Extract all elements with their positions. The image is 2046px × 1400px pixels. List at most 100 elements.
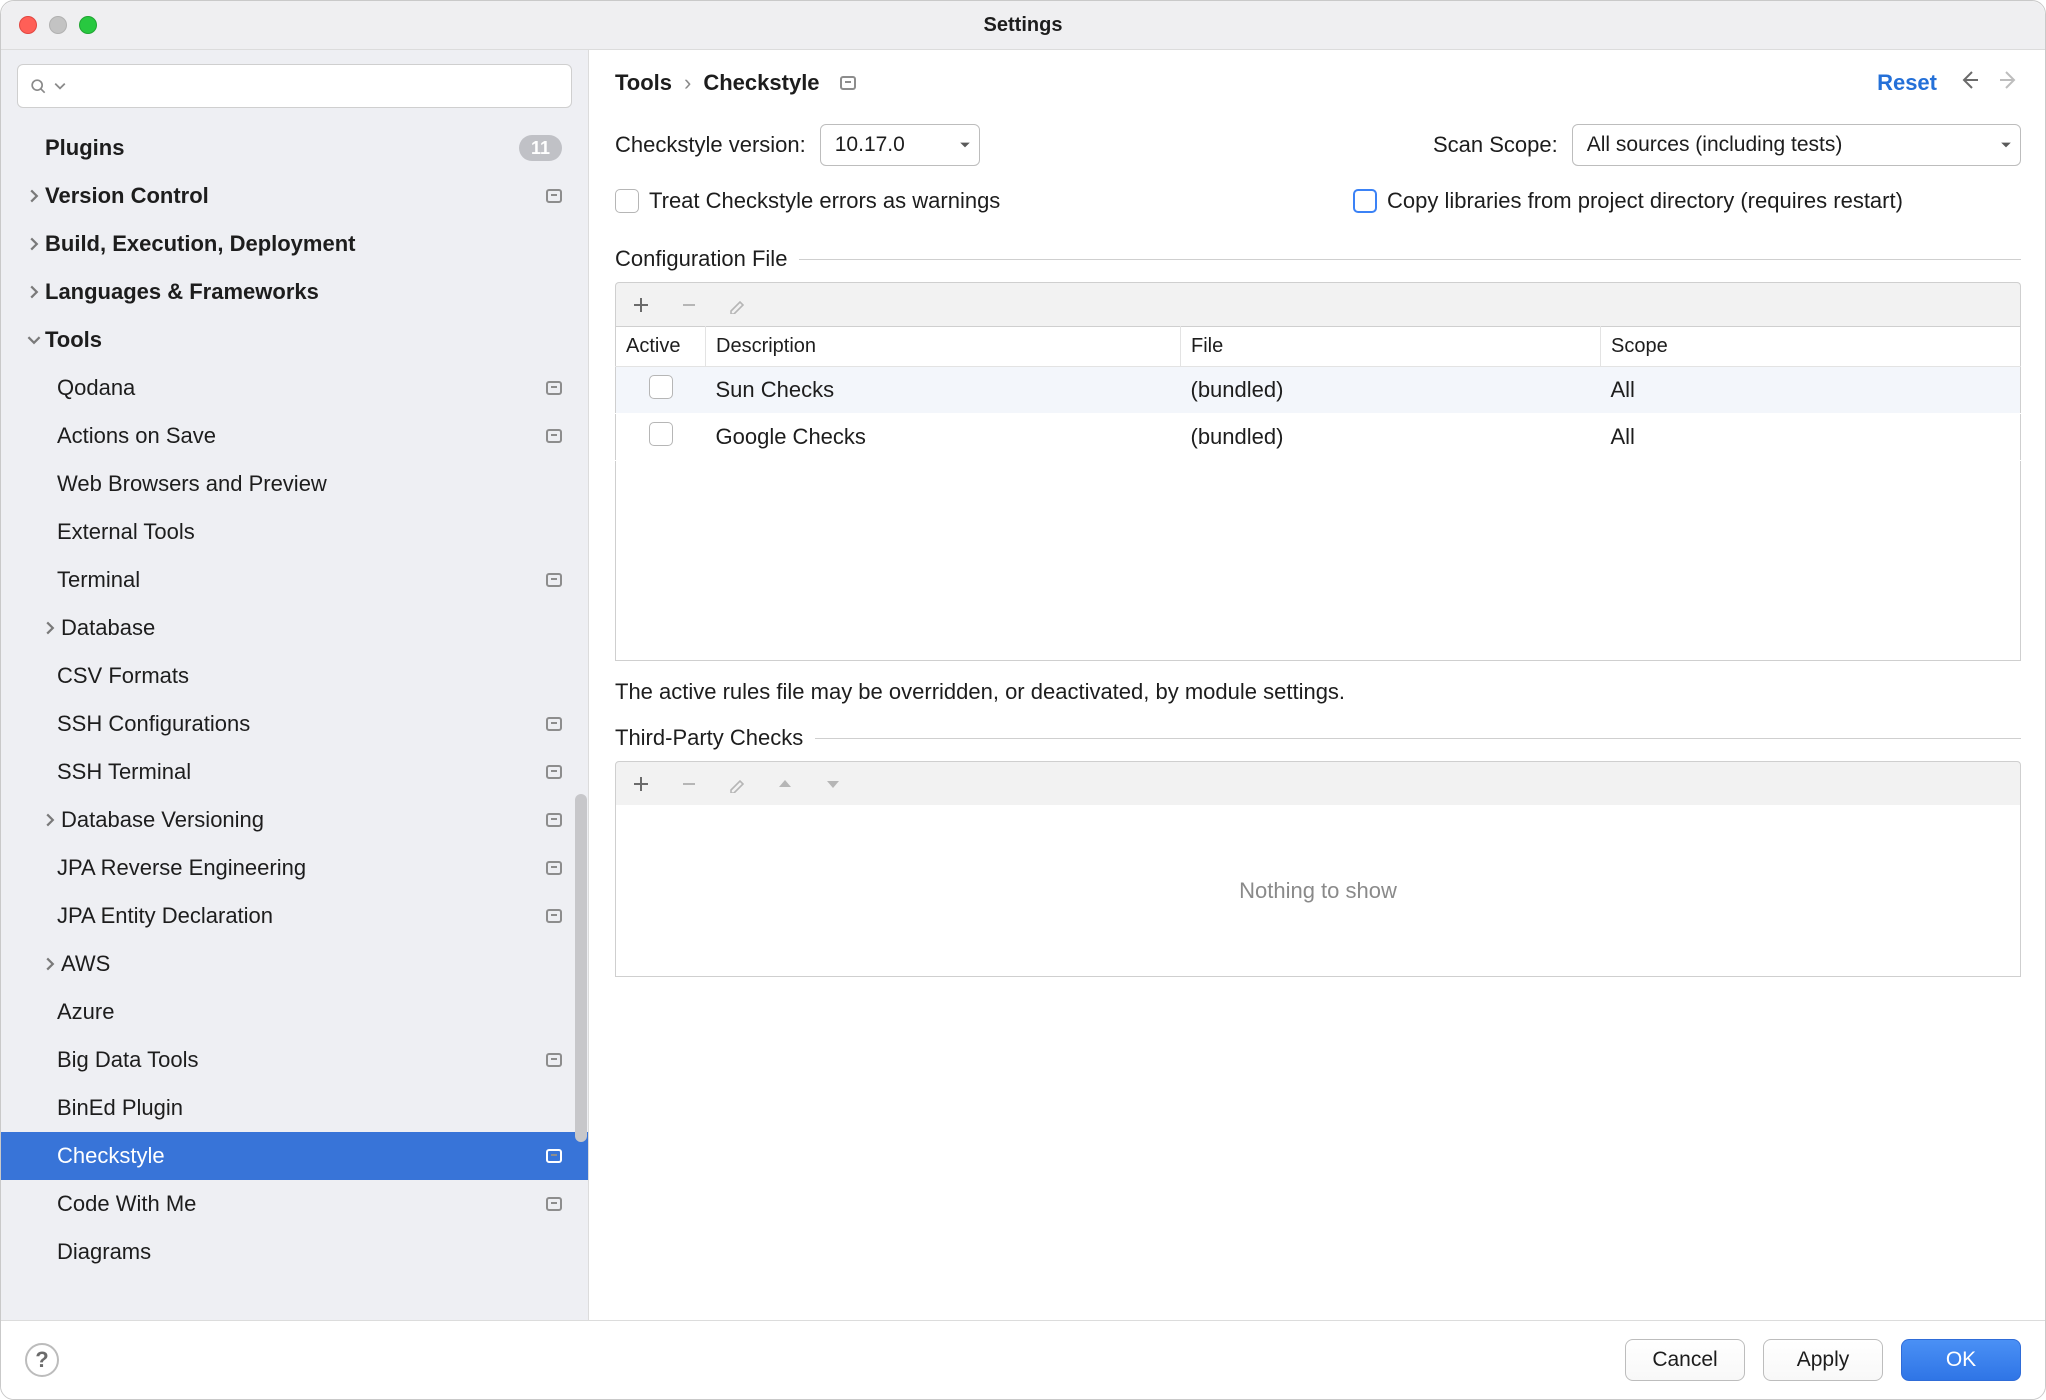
reset-link[interactable]: Reset [1877,70,1937,96]
expand-arrow-icon[interactable] [23,333,45,347]
cancel-button[interactable]: Cancel [1625,1339,1745,1381]
settings-sidebar: Plugins11Version ControlBuild, Execution… [1,50,589,1320]
expand-arrow-icon[interactable] [23,285,45,299]
sidebar-item-web-browsers-and-preview[interactable]: Web Browsers and Preview [1,460,588,508]
config-table-empty-area[interactable] [615,461,2021,661]
col-desc[interactable]: Description [706,327,1181,367]
breadcrumb: Tools › Checkstyle [615,70,856,96]
col-file[interactable]: File [1181,327,1601,367]
config-file-fieldset-label: Configuration File [615,246,787,272]
sidebar-item-label: Plugins [45,135,519,161]
sidebar-item-big-data-tools[interactable]: Big Data Tools [1,1036,588,1084]
config-toolbar [615,282,2021,326]
window-minimize-button[interactable] [49,16,67,34]
tpc-list[interactable]: Nothing to show [615,805,2021,977]
window-maximize-button[interactable] [79,16,97,34]
move-down-tpc-button[interactable] [818,769,848,799]
settings-search[interactable] [17,64,572,108]
expand-arrow-icon[interactable] [39,957,61,971]
sidebar-item-ssh-terminal[interactable]: SSH Terminal [1,748,588,796]
settings-content: Tools › Checkstyle Reset Checkstyle vers… [589,50,2045,1320]
nav-back-button[interactable] [1957,68,1981,98]
config-table: Active Description File Scope Sun Checks… [615,326,2021,461]
move-up-tpc-button[interactable] [770,769,800,799]
dialog-footer: ? Cancel Apply OK [1,1321,2045,1399]
add-config-button[interactable] [626,290,656,320]
project-scope-icon [546,765,562,779]
version-label: Checkstyle version: [615,132,806,158]
help-button[interactable]: ? [25,1343,59,1377]
search-icon [28,76,48,96]
add-tpc-button[interactable] [626,769,656,799]
config-active-checkbox[interactable] [649,375,673,399]
chevron-down-icon [959,133,971,157]
sidebar-item-code-with-me[interactable]: Code With Me [1,1180,588,1228]
traffic-lights [19,16,97,34]
settings-window: Settings Plugins11Version ControlBuild, … [0,0,2046,1400]
sidebar-item-label: CSV Formats [57,663,562,689]
sidebar-item-build-execution-deployment[interactable]: Build, Execution, Deployment [1,220,588,268]
sidebar-item-bined-plugin[interactable]: BinEd Plugin [1,1084,588,1132]
sidebar-item-checkstyle[interactable]: Checkstyle [1,1132,588,1180]
apply-button[interactable]: Apply [1763,1339,1883,1381]
project-scope-icon [546,429,562,443]
sidebar-item-actions-on-save[interactable]: Actions on Save [1,412,588,460]
col-scope[interactable]: Scope [1601,327,2021,367]
expand-arrow-icon[interactable] [39,621,61,635]
sidebar-item-label: JPA Reverse Engineering [57,855,538,881]
scope-value: All sources (including tests) [1587,133,1843,157]
edit-tpc-button[interactable] [722,769,752,799]
config-row[interactable]: Google Checks(bundled)All [616,414,2021,461]
expand-arrow-icon[interactable] [39,813,61,827]
breadcrumb-parent[interactable]: Tools [615,70,672,96]
sidebar-item-database-versioning[interactable]: Database Versioning [1,796,588,844]
window-close-button[interactable] [19,16,37,34]
search-dropdown-icon[interactable] [54,80,66,92]
col-active[interactable]: Active [616,327,706,367]
project-scope-icon [546,909,562,923]
sidebar-item-ssh-configurations[interactable]: SSH Configurations [1,700,588,748]
treat-as-warnings-checkbox[interactable] [615,189,639,213]
sidebar-scrollbar[interactable] [575,794,587,1142]
sidebar-item-jpa-entity-declaration[interactable]: JPA Entity Declaration [1,892,588,940]
edit-config-button[interactable] [722,290,752,320]
expand-arrow-icon[interactable] [23,237,45,251]
sidebar-item-label: Database Versioning [61,807,538,833]
settings-body: Plugins11Version ControlBuild, Execution… [1,49,2045,1321]
nav-forward-button[interactable] [1997,68,2021,98]
sidebar-item-label: AWS [61,951,562,977]
sidebar-item-jpa-reverse-engineering[interactable]: JPA Reverse Engineering [1,844,588,892]
copy-libraries-checkbox[interactable] [1353,189,1377,213]
sidebar-item-external-tools[interactable]: External Tools [1,508,588,556]
sidebar-item-terminal[interactable]: Terminal [1,556,588,604]
config-active-checkbox[interactable] [649,422,673,446]
sidebar-item-label: Qodana [57,375,538,401]
remove-config-button[interactable] [674,290,704,320]
sidebar-item-qodana[interactable]: Qodana [1,364,588,412]
sidebar-item-database[interactable]: Database [1,604,588,652]
project-scope-icon [546,1197,562,1211]
sidebar-item-label: Code With Me [57,1191,538,1217]
sidebar-item-azure[interactable]: Azure [1,988,588,1036]
sidebar-item-tools[interactable]: Tools [1,316,588,364]
config-scope: All [1601,367,2021,414]
settings-search-input[interactable] [72,76,561,97]
expand-arrow-icon[interactable] [23,189,45,203]
project-scope-icon [546,1149,562,1163]
sidebar-item-version-control[interactable]: Version Control [1,172,588,220]
sidebar-item-label: Database [61,615,562,641]
scope-select[interactable]: All sources (including tests) [1572,124,2021,166]
remove-tpc-button[interactable] [674,769,704,799]
settings-tree[interactable]: Plugins11Version ControlBuild, Execution… [1,118,588,1320]
config-desc: Sun Checks [706,367,1181,414]
sidebar-item-csv-formats[interactable]: CSV Formats [1,652,588,700]
sidebar-item-languages-frameworks[interactable]: Languages & Frameworks [1,268,588,316]
version-select[interactable]: 10.17.0 [820,124,980,166]
ok-button[interactable]: OK [1901,1339,2021,1381]
version-value: 10.17.0 [835,133,905,157]
sidebar-item-label: Tools [45,327,562,353]
sidebar-item-diagrams[interactable]: Diagrams [1,1228,588,1276]
sidebar-item-plugins[interactable]: Plugins11 [1,124,588,172]
sidebar-item-aws[interactable]: AWS [1,940,588,988]
config-row[interactable]: Sun Checks(bundled)All [616,367,2021,414]
